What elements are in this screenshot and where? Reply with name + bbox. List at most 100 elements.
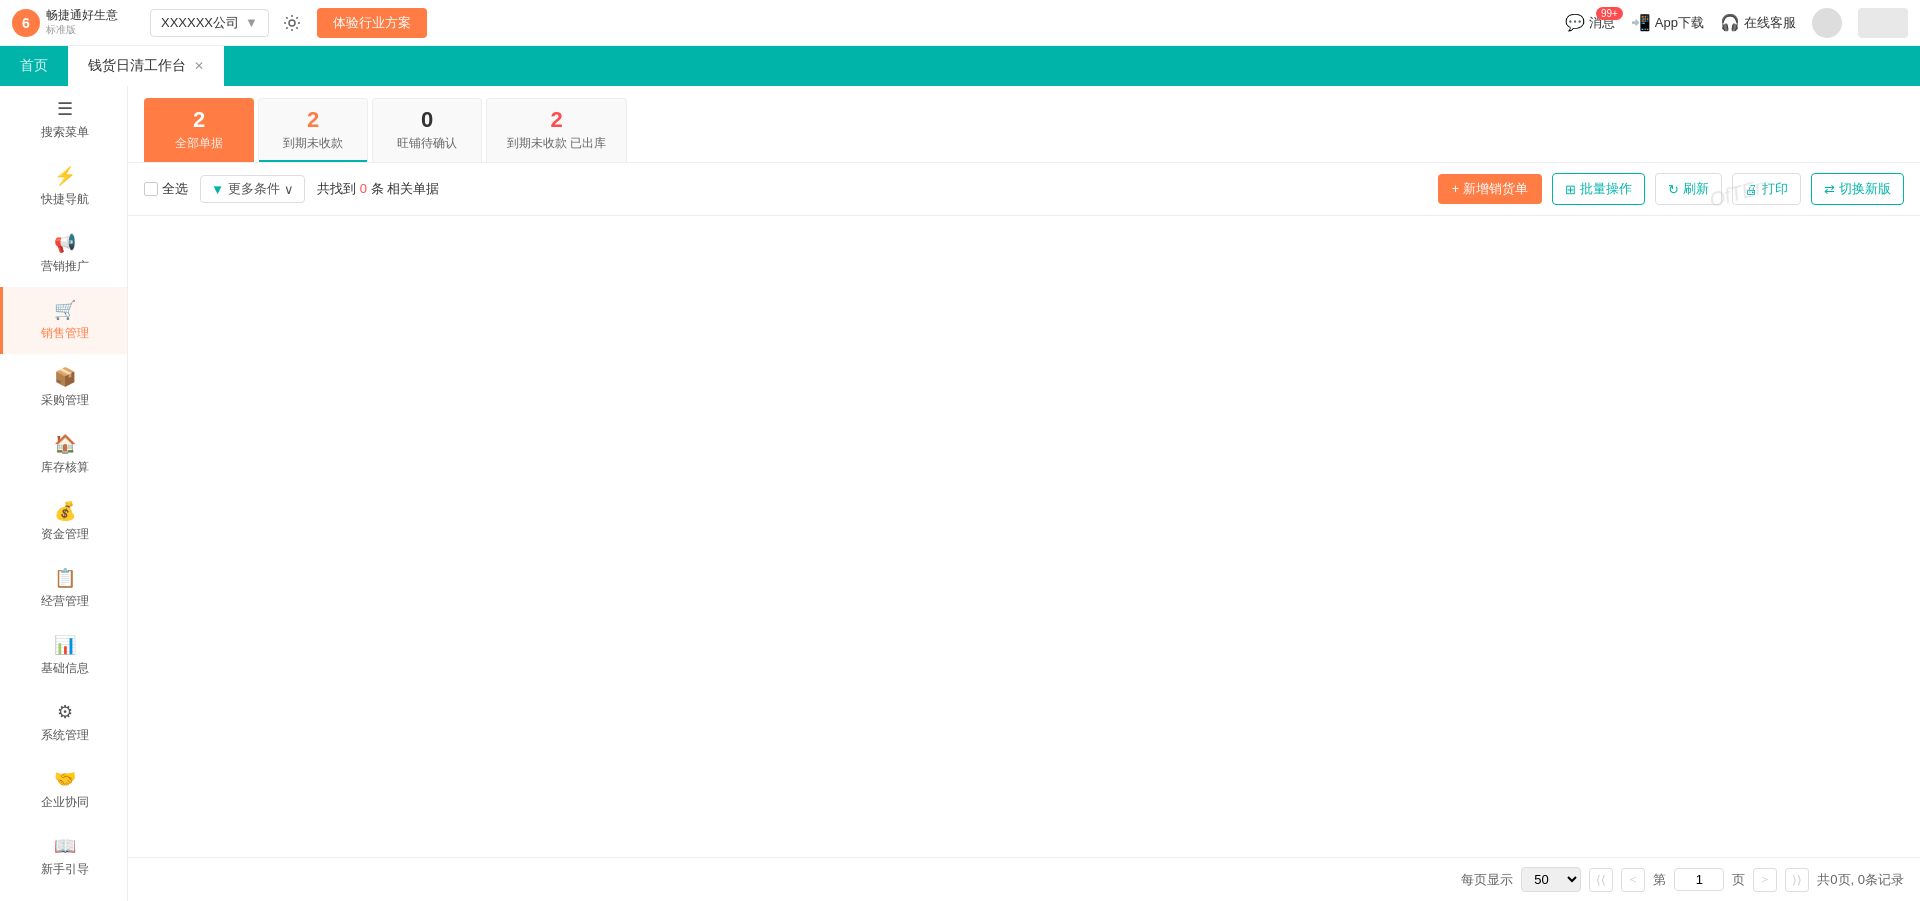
close-tab-icon[interactable]: ✕ bbox=[194, 59, 204, 73]
company-selector[interactable]: XXXXXX公司 ▼ bbox=[150, 9, 269, 37]
online-service-item[interactable]: 🎧 在线客服 bbox=[1720, 13, 1796, 32]
result-prefix: 共找到 bbox=[317, 181, 356, 196]
stat-all-label: 全部单据 bbox=[165, 135, 233, 152]
stat-wangpu-count: 0 bbox=[393, 107, 461, 133]
last-page-button[interactable]: ⟩⟩ bbox=[1785, 868, 1809, 892]
sidebar-item-label: 系统管理 bbox=[41, 727, 89, 744]
sidebar-item-apps[interactable]: 📱 应用中心 bbox=[0, 890, 127, 901]
switch-icon: ⇄ bbox=[1824, 182, 1835, 197]
stat-wangpu-label: 旺铺待确认 bbox=[393, 135, 461, 152]
sidebar-item-label: 新手引导 bbox=[41, 861, 89, 878]
experience-button[interactable]: 体验行业方案 bbox=[317, 8, 427, 38]
tab-bar: 首页 钱货日清工作台 ✕ bbox=[0, 46, 1920, 86]
notification-item[interactable]: 💬 消息 99 bbox=[1565, 13, 1615, 32]
system-icon: ⚙ bbox=[57, 701, 73, 723]
first-page-button[interactable]: ⟨⟨ bbox=[1589, 868, 1613, 892]
filter-button[interactable]: ▼ 更多条件 ∨ bbox=[200, 175, 305, 203]
logo-name: 畅捷通好生意 bbox=[46, 8, 118, 24]
settings-button[interactable] bbox=[277, 8, 307, 38]
print-button[interactable]: 🖨 打印 bbox=[1732, 173, 1801, 205]
filter-label: 更多条件 bbox=[228, 180, 280, 198]
sidebar-item-system[interactable]: ⚙ 系统管理 bbox=[0, 689, 127, 756]
logo-subtitle: 标准版 bbox=[46, 23, 118, 37]
data-table-area bbox=[128, 216, 1920, 857]
switch-version-button[interactable]: ⇄ 切换新版 bbox=[1811, 173, 1904, 205]
enterprise-icon: 🤝 bbox=[54, 768, 76, 790]
sidebar-item-quicknav[interactable]: ⚡ 快捷导航 bbox=[0, 153, 127, 220]
stat-overdue-label: 到期未收款 bbox=[279, 135, 347, 152]
total-info: 共0页, 0条记录 bbox=[1817, 871, 1904, 889]
sidebar-item-enterprise[interactable]: 🤝 企业协同 bbox=[0, 756, 127, 823]
sidebar-item-label: 基础信息 bbox=[41, 660, 89, 677]
page-number-input[interactable]: 1 bbox=[1674, 868, 1724, 891]
username-display bbox=[1858, 8, 1908, 38]
operations-icon: 📋 bbox=[54, 567, 76, 589]
filter-icon: ▼ bbox=[211, 182, 224, 197]
next-page-button[interactable]: ＞ bbox=[1753, 868, 1777, 892]
stat-tab-shipped[interactable]: 2 到期未收款 已出库 bbox=[486, 98, 627, 162]
sidebar-item-operations[interactable]: 📋 经营管理 bbox=[0, 555, 127, 622]
sidebar-item-basic[interactable]: 📊 基础信息 bbox=[0, 622, 127, 689]
headset-icon: 🎧 bbox=[1720, 13, 1740, 32]
tab-workbench[interactable]: 钱货日清工作台 ✕ bbox=[68, 46, 224, 86]
sidebar-item-label: 搜索菜单 bbox=[41, 124, 89, 141]
batch-operation-button[interactable]: ⊞ 批量操作 bbox=[1552, 173, 1645, 205]
app-download-item[interactable]: 📲 App下载 bbox=[1631, 13, 1704, 32]
batch-label: 批量操作 bbox=[1580, 180, 1632, 198]
svg-point-0 bbox=[289, 20, 295, 26]
switch-label: 切换新版 bbox=[1839, 180, 1891, 198]
refresh-button[interactable]: ↻ 刷新 bbox=[1655, 173, 1722, 205]
sidebar-item-label: 库存核算 bbox=[41, 459, 89, 476]
select-all-checkbox[interactable] bbox=[144, 182, 158, 196]
finance-icon: 💰 bbox=[54, 500, 76, 522]
sidebar-item-search[interactable]: ☰ 搜索菜单 bbox=[0, 86, 127, 153]
stat-shipped-count: 2 bbox=[507, 107, 606, 133]
per-page-select[interactable]: 50 100 200 bbox=[1521, 867, 1581, 892]
tab-home[interactable]: 首页 bbox=[0, 46, 68, 86]
sidebar: ☰ 搜索菜单 ⚡ 快捷导航 📢 营销推广 🛒 销售管理 📦 采购管理 🏠 库存核… bbox=[0, 86, 128, 901]
sidebar-item-purchase[interactable]: 📦 采购管理 bbox=[0, 354, 127, 421]
sidebar-item-marketing[interactable]: 📢 营销推广 bbox=[0, 220, 127, 287]
stat-tab-wangpu[interactable]: 0 旺铺待确认 bbox=[372, 98, 482, 162]
stat-overdue-count: 2 bbox=[279, 107, 347, 133]
result-text: 共找到 0 条 相关单据 bbox=[317, 180, 439, 198]
content-area: 2 全部单据 2 到期未收款 0 旺铺待确认 2 到期未收款 已出库 全选 bbox=[128, 86, 1920, 901]
print-label: 打印 bbox=[1762, 180, 1788, 198]
select-all-label: 全选 bbox=[162, 180, 188, 198]
sidebar-item-label: 快捷导航 bbox=[41, 191, 89, 208]
stat-tab-all[interactable]: 2 全部单据 bbox=[144, 98, 254, 162]
refresh-label: 刷新 bbox=[1683, 180, 1709, 198]
logo-icon: 6 bbox=[12, 9, 40, 37]
sidebar-item-sales[interactable]: 🛒 销售管理 bbox=[0, 287, 127, 354]
online-service-label: 在线客服 bbox=[1744, 14, 1796, 32]
sidebar-item-label: 企业协同 bbox=[41, 794, 89, 811]
download-icon: 📲 bbox=[1631, 13, 1651, 32]
logo-area: 6 畅捷通好生意 标准版 bbox=[12, 8, 140, 38]
avatar[interactable] bbox=[1812, 8, 1842, 38]
quick-nav-icon: ⚡ bbox=[54, 165, 76, 187]
notification-badge: 99 bbox=[1596, 7, 1623, 20]
chevron-down-icon: ▼ bbox=[245, 15, 258, 30]
tab-home-label: 首页 bbox=[20, 57, 48, 75]
toolbar-right: + 新增销货单 ⊞ 批量操作 ↻ 刷新 🖨 打印 ⇄ 切换新版 bbox=[1438, 173, 1904, 205]
stat-tab-overdue[interactable]: 2 到期未收款 bbox=[258, 98, 368, 162]
sidebar-item-label: 营销推广 bbox=[41, 258, 89, 275]
inventory-icon: 🏠 bbox=[54, 433, 76, 455]
sidebar-item-label: 销售管理 bbox=[41, 325, 89, 342]
sidebar-item-label: 采购管理 bbox=[41, 392, 89, 409]
tab-underline bbox=[259, 160, 367, 162]
sidebar-item-label: 资金管理 bbox=[41, 526, 89, 543]
new-sales-order-button[interactable]: + 新增销货单 bbox=[1438, 174, 1542, 204]
sidebar-item-guide[interactable]: 📖 新手引导 bbox=[0, 823, 127, 890]
tab-workbench-label: 钱货日清工作台 bbox=[88, 57, 186, 75]
prev-page-button[interactable]: ＜ bbox=[1621, 868, 1645, 892]
sales-icon: 🛒 bbox=[54, 299, 76, 321]
purchase-icon: 📦 bbox=[54, 366, 76, 388]
result-suffix: 条 bbox=[371, 181, 384, 196]
app-download-label: App下载 bbox=[1655, 14, 1704, 32]
sidebar-item-finance[interactable]: 💰 资金管理 bbox=[0, 488, 127, 555]
toolbar: 全选 ▼ 更多条件 ∨ 共找到 0 条 相关单据 + 新增销货单 ⊞ 批量操作 bbox=[128, 163, 1920, 216]
sidebar-item-inventory[interactable]: 🏠 库存核算 bbox=[0, 421, 127, 488]
print-icon: 🖨 bbox=[1745, 182, 1758, 197]
chevron-icon: ∨ bbox=[284, 182, 294, 197]
